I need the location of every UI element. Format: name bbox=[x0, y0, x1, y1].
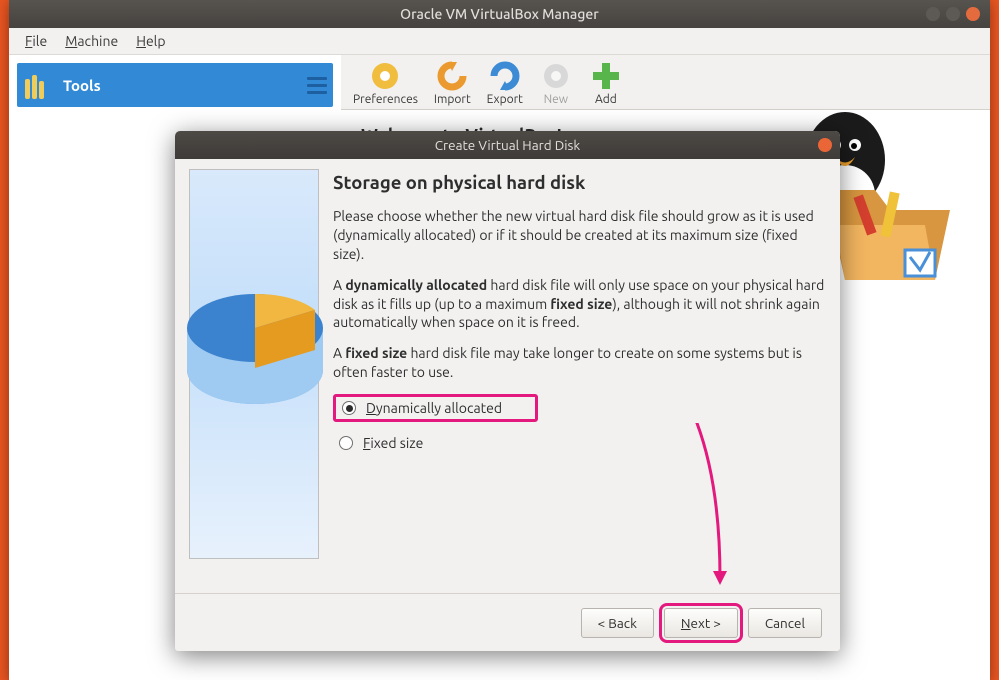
radio-label: Fixed size bbox=[363, 435, 423, 451]
radio-icon bbox=[342, 401, 356, 415]
list-icon[interactable] bbox=[307, 77, 327, 94]
export-icon bbox=[488, 59, 522, 93]
dialog-titlebar: Create Virtual Hard Disk bbox=[175, 131, 840, 159]
toolbar-add[interactable]: Add bbox=[583, 57, 629, 107]
import-icon bbox=[435, 59, 469, 93]
back-button[interactable]: < Back bbox=[581, 608, 654, 638]
wizard-para-3: A fixed size hard disk file may take lon… bbox=[333, 344, 826, 382]
radio-icon bbox=[339, 436, 353, 450]
menu-file[interactable]: File bbox=[25, 33, 47, 49]
wizard-para-1: Please choose whether the new virtual ha… bbox=[333, 207, 826, 264]
main-window-title: Oracle VM VirtualBox Manager bbox=[9, 6, 990, 22]
menu-machine[interactable]: Machine bbox=[65, 33, 118, 49]
create-disk-dialog: Create Virtual Hard Disk Storage on phys… bbox=[175, 131, 840, 651]
toolbar-label: Preferences bbox=[353, 93, 418, 106]
toolbar-label: Export bbox=[487, 93, 523, 106]
minimize-icon[interactable] bbox=[926, 7, 940, 21]
menu-help[interactable]: Help bbox=[136, 33, 165, 49]
dialog-footer: < Back Next > Cancel bbox=[175, 593, 840, 651]
radio-label: Dynamically allocated bbox=[366, 400, 502, 416]
next-button[interactable]: Next > bbox=[664, 608, 738, 638]
add-icon bbox=[589, 59, 623, 93]
main-titlebar: Oracle VM VirtualBox Manager bbox=[9, 0, 990, 28]
close-icon[interactable] bbox=[966, 7, 980, 21]
menubar: File Machine Help bbox=[9, 28, 990, 55]
dialog-title: Create Virtual Hard Disk bbox=[175, 137, 840, 153]
sidebar-item-tools[interactable]: Tools bbox=[17, 63, 333, 107]
maximize-icon[interactable] bbox=[946, 7, 960, 21]
toolbar-label: Import bbox=[434, 93, 471, 106]
dialog-close-icon[interactable] bbox=[818, 138, 832, 152]
cancel-button[interactable]: Cancel bbox=[748, 608, 822, 638]
tools-icon bbox=[25, 71, 53, 99]
wizard-illustration bbox=[189, 169, 319, 559]
toolbar-export[interactable]: Export bbox=[481, 57, 529, 107]
wizard-heading: Storage on physical hard disk bbox=[333, 173, 826, 193]
wizard-content: Storage on physical hard disk Please cho… bbox=[333, 169, 826, 593]
new-icon bbox=[539, 59, 573, 93]
radio-dynamically-allocated[interactable]: Dynamically allocated bbox=[333, 394, 538, 422]
toolbar-label: New bbox=[544, 93, 569, 106]
toolbar-label: Add bbox=[595, 93, 617, 106]
gear-icon bbox=[368, 59, 402, 93]
sidebar-item-label: Tools bbox=[63, 77, 101, 94]
toolbar-preferences[interactable]: Preferences bbox=[347, 57, 424, 107]
toolbar-import[interactable]: Import bbox=[428, 57, 477, 107]
wizard-para-2: A dynamically allocated hard disk file w… bbox=[333, 276, 826, 333]
radio-fixed-size[interactable]: Fixed size bbox=[333, 432, 826, 454]
toolbar-new: New bbox=[533, 57, 579, 107]
